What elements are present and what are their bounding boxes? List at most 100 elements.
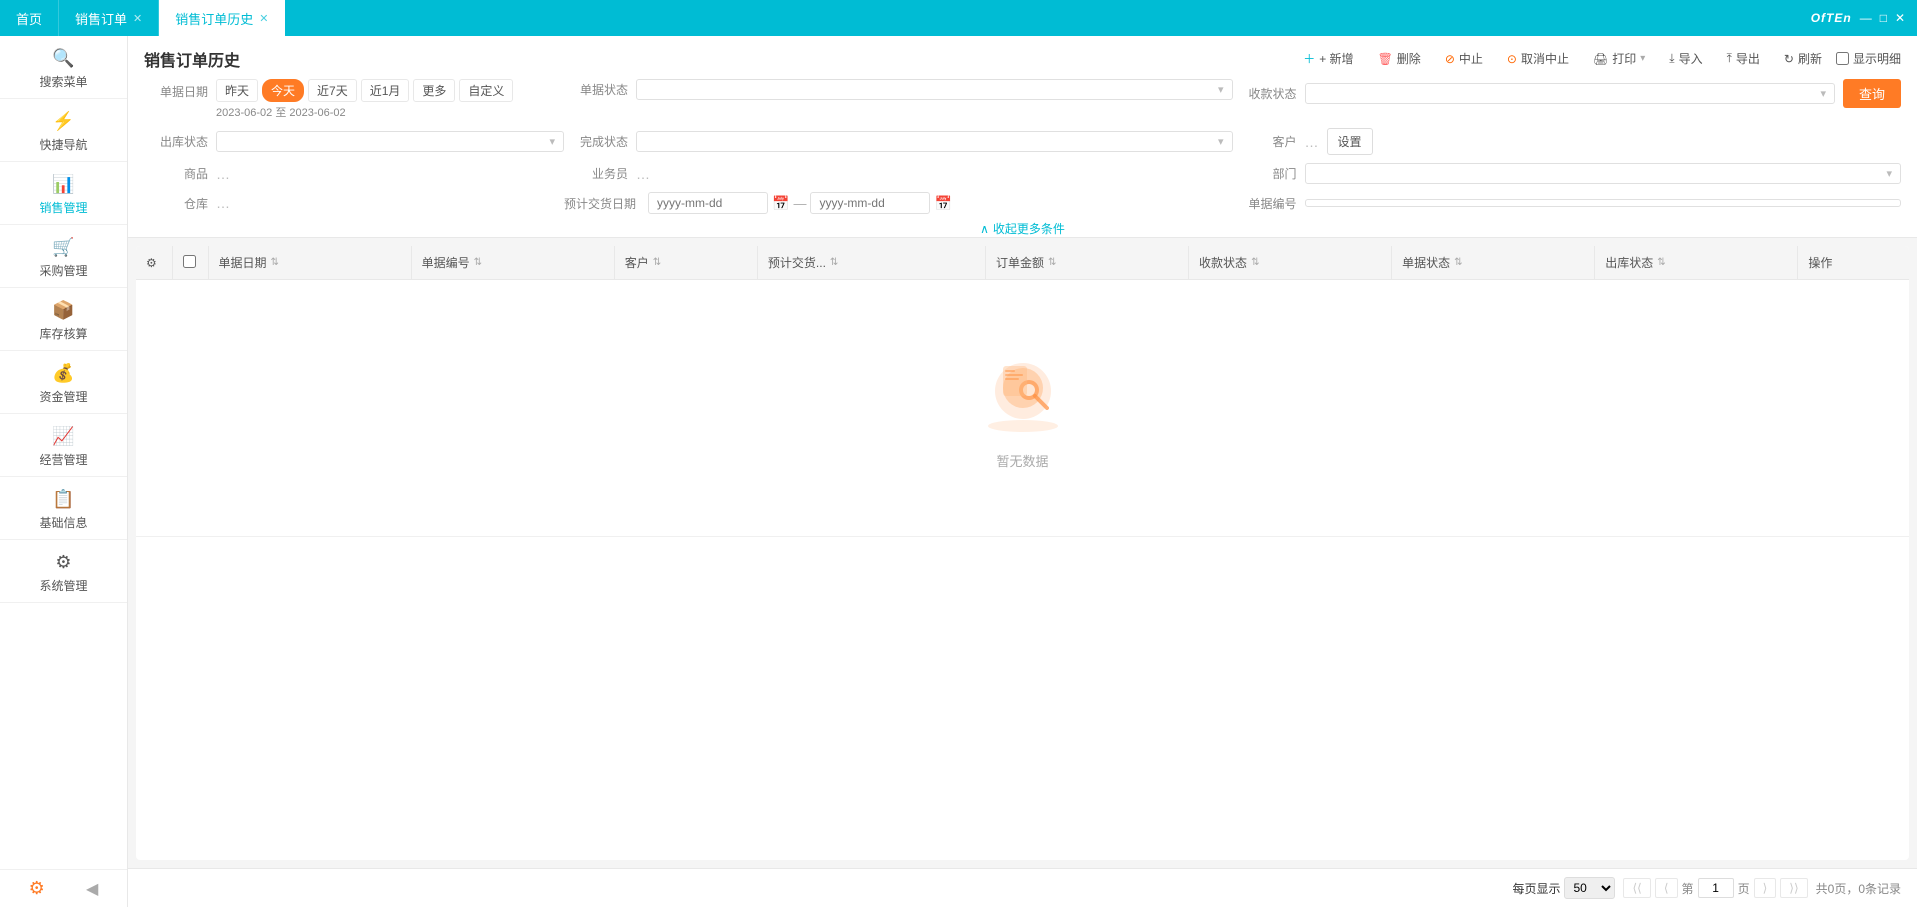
sidebar-item-operations[interactable]: 📈 经营管理: [0, 414, 127, 477]
sidebar-item-sales-mgmt[interactable]: 📊 销售管理: [0, 162, 127, 225]
table-settings-col[interactable]: ⚙: [136, 246, 172, 280]
sidebar-item-purchase-mgmt-label: 采购管理: [39, 262, 87, 279]
select-all-checkbox[interactable]: [183, 255, 196, 268]
quick-nav-icon: ⚡: [52, 111, 74, 132]
date-btn-today[interactable]: 今天: [262, 79, 304, 102]
print-label: 打印: [1612, 50, 1636, 67]
tab-sales-order-close[interactable]: ✕: [133, 12, 142, 25]
department-label: 部门: [1233, 165, 1305, 182]
col-order-amount-label: 订单金额: [996, 254, 1044, 271]
col-expected-delivery[interactable]: 预计交货... ⇅: [757, 246, 985, 280]
new-icon: ＋: [1303, 50, 1315, 67]
sidebar-item-inventory-label: 库存核算: [39, 325, 87, 342]
sort-doc-date-icon: ⇅: [271, 257, 279, 268]
delete-button[interactable]: 🗑 删除: [1368, 46, 1431, 71]
complete-status-label: 完成状态: [564, 133, 636, 150]
delivery-status-input[interactable]: ▾: [216, 131, 564, 152]
sidebar-item-purchase-mgmt[interactable]: 🛒 采购管理: [0, 225, 127, 288]
date-btn-1month[interactable]: 近1月: [361, 79, 410, 102]
warehouse-dots-button[interactable]: …: [216, 195, 230, 211]
customer-dots-button[interactable]: …: [1305, 134, 1319, 150]
date-btn-custom[interactable]: 自定义: [459, 79, 513, 102]
page-header-section: 销售订单历史 ＋ + 新增 🗑 删除 ⊘ 中止 ⊙: [128, 36, 1917, 238]
sidebar-item-search-menu[interactable]: 🔍 搜索菜单: [0, 36, 127, 99]
col-doc-date-label: 单据日期: [219, 254, 267, 271]
last-page-button[interactable]: ⟩⟩: [1780, 878, 1807, 898]
tab-sales-order-label: 销售订单: [75, 9, 127, 28]
close-button[interactable]: ✕: [1895, 11, 1905, 25]
restore-button[interactable]: □: [1880, 11, 1887, 25]
expected-date-start-input[interactable]: [648, 192, 768, 214]
date-btn-yesterday[interactable]: 昨天: [216, 79, 258, 102]
col-order-amount[interactable]: 订单金额 ⇅: [985, 246, 1188, 280]
page-size-group: 每页显示 10 20 50 100: [1512, 877, 1615, 899]
sidebar-settings-icon[interactable]: ⚙: [29, 878, 45, 899]
date-btn-more[interactable]: 更多: [413, 79, 455, 102]
table-checkbox-col[interactable]: [172, 246, 208, 280]
department-input[interactable]: ▾: [1305, 163, 1902, 184]
new-label: + 新增: [1319, 50, 1353, 67]
doc-number-input[interactable]: [1305, 199, 1902, 207]
cancel-suspend-icon: ⊙: [1507, 52, 1517, 66]
sidebar: 🔍 搜索菜单 ⚡ 快捷导航 📊 销售管理 🛒 采购管理 📦 库存核算 💰 资金管…: [0, 36, 128, 907]
sidebar-collapse-icon[interactable]: ◀: [86, 879, 98, 899]
collapse-label: 收起更多条件: [993, 220, 1065, 237]
payment-status-input[interactable]: ▾: [1305, 83, 1835, 104]
sort-payment-status-icon: ⇅: [1251, 257, 1259, 268]
page-size-label: 每页显示: [1512, 880, 1560, 897]
col-operation: 操作: [1798, 246, 1909, 280]
table-settings-icon[interactable]: ⚙: [146, 256, 157, 270]
prev-page-button[interactable]: ⟨: [1655, 878, 1678, 898]
col-doc-date[interactable]: 单据日期 ⇅: [208, 246, 411, 280]
calendar-start-icon[interactable]: 📅: [772, 195, 789, 212]
sidebar-item-finance[interactable]: 💰 资金管理: [0, 351, 127, 414]
import-button[interactable]: ⤓ 导入: [1659, 46, 1712, 71]
salesperson-dots-button[interactable]: …: [636, 166, 650, 182]
sort-doc-status-icon: ⇅: [1454, 257, 1462, 268]
date-btn-7days[interactable]: 近7天: [308, 79, 357, 102]
col-customer[interactable]: 客户 ⇅: [614, 246, 757, 280]
query-button[interactable]: 查询: [1843, 79, 1901, 108]
export-label: 导出: [1736, 50, 1760, 67]
minimize-button[interactable]: —: [1860, 11, 1872, 25]
tab-sales-order-history[interactable]: 销售订单历史 ✕: [159, 0, 285, 36]
sort-doc-number-icon: ⇅: [474, 257, 482, 268]
empty-illustration: [973, 346, 1073, 439]
suspend-button[interactable]: ⊘ 中止: [1435, 46, 1493, 71]
page-input[interactable]: [1698, 878, 1734, 898]
collapse-filter-button[interactable]: ∧ 收起更多条件: [144, 220, 1901, 237]
settings-button[interactable]: 设置: [1327, 128, 1373, 155]
doc-status-input[interactable]: ▾: [636, 79, 1233, 100]
product-dots-button[interactable]: …: [216, 166, 230, 182]
sidebar-item-inventory[interactable]: 📦 库存核算: [0, 288, 127, 351]
calendar-end-icon[interactable]: 📅: [934, 195, 951, 212]
tab-home[interactable]: 首页: [0, 0, 59, 36]
sales-mgmt-icon: 📊: [52, 174, 74, 195]
col-payment-status[interactable]: 收款状态 ⇅: [1189, 246, 1392, 280]
sidebar-item-base-info[interactable]: 📋 基础信息: [0, 477, 127, 540]
complete-status-input[interactable]: ▾: [636, 131, 1233, 152]
new-button[interactable]: ＋ + 新增: [1293, 46, 1363, 71]
export-button[interactable]: ⤒ 导出: [1717, 46, 1770, 71]
next-page-button[interactable]: ⟩: [1754, 878, 1777, 898]
cancel-suspend-button[interactable]: ⊙ 取消中止: [1497, 46, 1579, 71]
expected-date-end-input[interactable]: [810, 192, 930, 214]
tab-sales-order[interactable]: 销售订单 ✕: [59, 0, 159, 36]
toolbar: ＋ + 新增 🗑 删除 ⊘ 中止 ⊙ 取消中止: [1293, 46, 1901, 71]
col-doc-status[interactable]: 单据状态 ⇅: [1392, 246, 1595, 280]
app-logo: OfTEn: [1811, 11, 1852, 25]
col-doc-number[interactable]: 单据编号 ⇅: [411, 246, 614, 280]
print-button[interactable]: 🖨 打印 ▾: [1583, 46, 1655, 71]
complete-status-arrow-icon: ▾: [1218, 135, 1224, 148]
sidebar-item-quick-nav[interactable]: ⚡ 快捷导航: [0, 99, 127, 162]
show-detail-checkbox[interactable]: [1836, 52, 1849, 65]
tab-sales-order-history-close[interactable]: ✕: [259, 12, 268, 25]
first-page-button[interactable]: ⟨⟨: [1623, 878, 1650, 898]
col-delivery-status[interactable]: 出库状态 ⇅: [1595, 246, 1798, 280]
refresh-button[interactable]: ↻ 刷新: [1774, 46, 1832, 71]
suspend-label: 中止: [1459, 50, 1483, 67]
page-size-select[interactable]: 10 20 50 100: [1564, 877, 1615, 899]
doc-status-arrow-icon: ▾: [1218, 83, 1224, 96]
sidebar-item-sys-mgmt[interactable]: ⚙ 系统管理: [0, 540, 127, 603]
col-doc-status-label: 单据状态: [1402, 254, 1450, 271]
